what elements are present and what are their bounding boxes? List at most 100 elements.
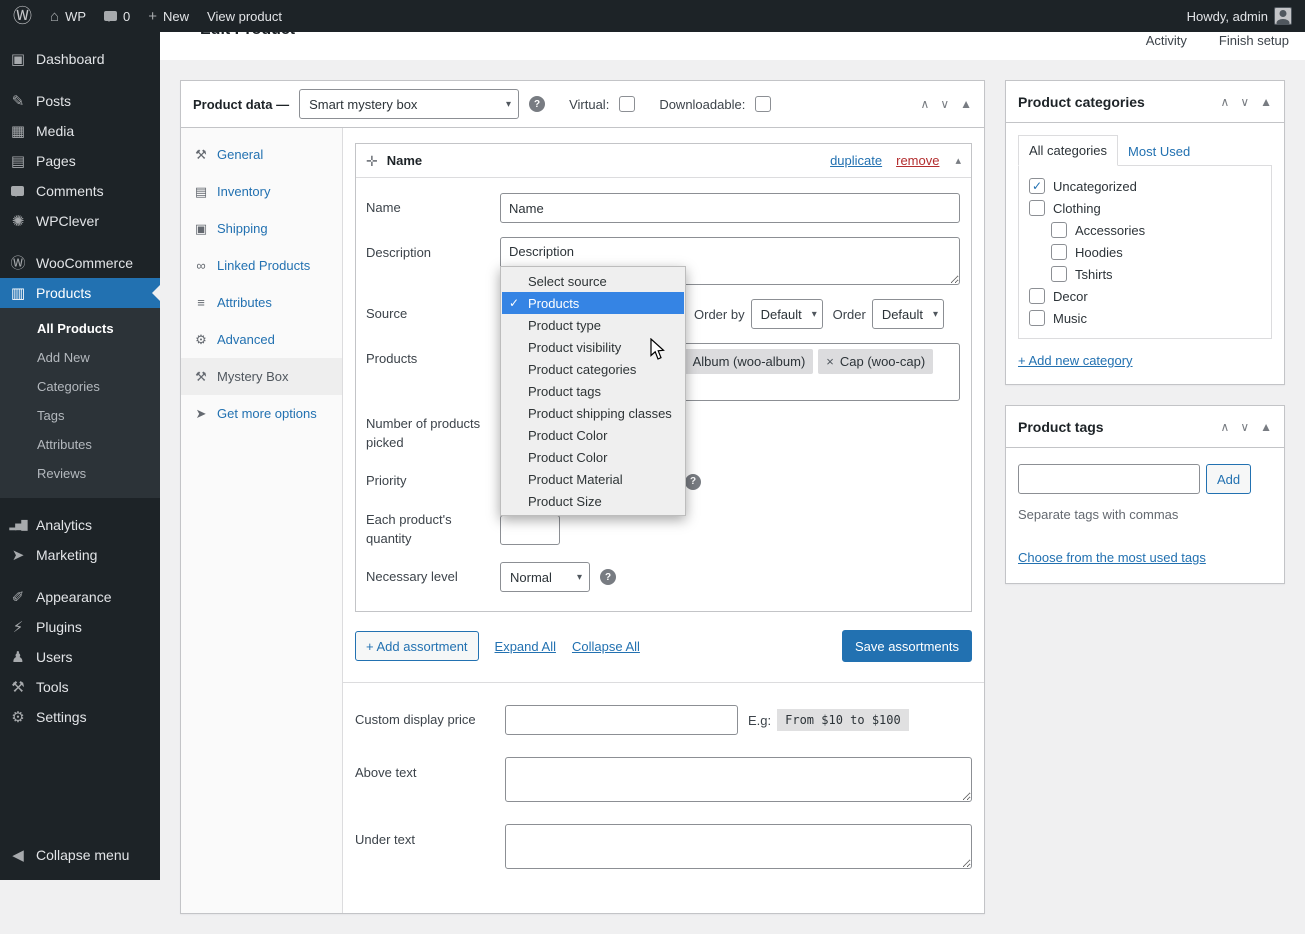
assortment-actions: + Add assortment Expand All Collapse All… [355,630,972,663]
collapse-menu-button[interactable]: ◀ Collapse menu [0,840,160,870]
under-text-textarea[interactable] [505,824,972,870]
order-by-select[interactable]: Default ▾ [750,299,823,329]
submenu-item-all-products[interactable]: All Products [0,314,160,343]
submenu-item-categories[interactable]: Categories [0,372,160,401]
tab-linked-products[interactable]: ∞ Linked Products [181,247,342,284]
category-checkbox[interactable] [1051,244,1067,260]
add-assortment-button[interactable]: + Add assortment [355,631,479,662]
save-assortments-button[interactable]: Save assortments [841,630,972,663]
sidebar-item-analytics[interactable]: ▂▅█ Analytics [0,510,160,540]
remove-link[interactable]: remove [896,153,939,168]
sidebar-item-comments[interactable]: Comments [0,176,160,206]
above-text-textarea[interactable] [505,757,972,803]
sidebar-item-dashboard[interactable]: ▣ Dashboard [0,44,160,74]
comments-menu[interactable]: 0 [95,0,139,32]
choose-most-used-tags-link[interactable]: Choose from the most used tags [1018,550,1206,565]
tab-most-used[interactable]: Most Used [1118,137,1200,166]
expand-all-link[interactable]: Expand All [495,639,556,654]
collapse-all-link[interactable]: Collapse All [572,639,640,654]
dropdown-option-product-categories[interactable]: Product categories [502,358,684,380]
add-tag-button[interactable]: Add [1206,464,1252,494]
toggle-panel-icon[interactable]: ▲ [1260,420,1272,434]
new-tag-input[interactable] [1018,464,1200,494]
tags-panel-header[interactable]: Product tags ∧ ∨ ▲ [1006,406,1284,448]
sidebar-item-wpclever[interactable]: ✺ WPClever [0,206,160,236]
dropdown-option-product-color-1[interactable]: Product Color [502,424,684,446]
order-select[interactable]: Default ▾ [871,299,944,329]
dropdown-option-product-tags[interactable]: Product tags [502,380,684,402]
downloadable-checkbox[interactable] [755,96,772,112]
name-input[interactable] [500,193,960,223]
dropdown-option-product-visibility[interactable]: Product visibility [502,336,684,358]
tab-mystery-box[interactable]: ⚒ Mystery Box [181,358,342,395]
submenu-item-tags[interactable]: Tags [0,401,160,430]
necessary-level-help-icon[interactable]: ? [600,569,616,586]
chevron-down-icon: ▾ [576,571,582,583]
category-label: Tshirts [1075,266,1113,282]
category-checkbox[interactable] [1051,266,1067,282]
category-label: Uncategorized [1053,178,1137,194]
submenu-item-add-new[interactable]: Add New [0,343,160,372]
tab-all-categories[interactable]: All categories [1018,135,1119,166]
dropdown-option-product-shipping-classes[interactable]: Product shipping classes [502,402,684,424]
tab-inventory[interactable]: ▤ Inventory [181,173,342,210]
sidebar-item-users[interactable]: ♟ Users [0,642,160,672]
category-checkbox[interactable] [1029,178,1045,194]
wordpress-menu[interactable]: Ⓦ [4,0,41,32]
account-menu[interactable]: Howdy, admin [1178,0,1301,32]
duplicate-link[interactable]: duplicate [830,153,882,168]
sidebar-item-appearance[interactable]: ✐ Appearance [0,582,160,612]
tab-get-more-options[interactable]: ➤ Get more options [181,395,342,432]
category-checkbox[interactable] [1051,222,1067,238]
product-type-select[interactable]: Smart mystery box ▾ [299,89,520,119]
toggle-panel-icon[interactable]: ▲ [1260,95,1272,109]
sidebar-item-posts[interactable]: ✎ Posts [0,86,160,116]
tab-attributes[interactable]: ≡ Attributes [181,284,342,321]
category-checkbox[interactable] [1029,288,1045,304]
virtual-checkbox[interactable] [619,96,636,112]
tab-advanced[interactable]: ⚙ Advanced [181,321,342,358]
move-down-icon[interactable]: ∨ [1240,420,1249,434]
view-product-link[interactable]: View product [198,0,291,32]
categories-panel-header[interactable]: Product categories ∧ ∨ ▲ [1006,81,1284,123]
sidebar-item-marketing[interactable]: ➤ Marketing [0,540,160,570]
product-type-help-icon[interactable]: ? [529,96,546,112]
necessary-level-select[interactable]: Normal ▾ [500,562,590,593]
new-content-menu[interactable]: + New [139,0,198,32]
category-checkbox[interactable] [1029,310,1045,326]
move-up-icon[interactable]: ∧ [921,97,930,111]
sidebar-item-woocommerce[interactable]: Ⓦ WooCommerce [0,248,160,278]
dropdown-option-product-color-2[interactable]: Product Color [502,446,684,468]
sidebar-item-settings[interactable]: ⚙ Settings [0,702,160,732]
tab-general[interactable]: ⚒ General [181,136,342,173]
move-up-icon[interactable]: ∧ [1221,420,1230,434]
sidebar-item-plugins[interactable]: ⚡ Plugins [0,612,160,642]
custom-display-price-input[interactable] [505,705,738,736]
assortment-toggle-icon[interactable]: ▴ [955,154,961,167]
dropdown-option-product-material[interactable]: Product Material [502,468,684,490]
dropdown-option-product-type[interactable]: Product type [502,314,684,336]
add-new-category-link[interactable]: + Add new category [1018,353,1133,368]
quantity-input[interactable] [500,514,560,545]
toggle-panel-icon[interactable]: ▲ [960,97,972,111]
sidebar-item-pages[interactable]: ▤ Pages [0,146,160,176]
dropdown-option-product-size[interactable]: Product Size [502,490,684,512]
dropdown-option-select-source[interactable]: Select source [502,270,684,292]
tab-shipping[interactable]: ▣ Shipping [181,210,342,247]
sidebar-item-tools[interactable]: ⚒ Tools [0,672,160,702]
submenu-item-reviews[interactable]: Reviews [0,459,160,488]
sidebar-item-media[interactable]: ▦ Media [0,116,160,146]
move-handle-icon[interactable]: ✛ [366,154,378,168]
sidebar-item-products[interactable]: ▥ Products [0,278,160,308]
sidebar-label: Users [36,649,73,665]
priority-help-icon[interactable]: ? [685,473,701,490]
move-down-icon[interactable]: ∨ [940,97,949,111]
move-up-icon[interactable]: ∧ [1221,95,1230,109]
remove-chip-icon[interactable]: × [826,354,834,369]
assortment-header[interactable]: ✛ Name duplicate remove ▴ [356,144,971,178]
dropdown-option-products[interactable]: Products [502,292,684,314]
submenu-item-attributes[interactable]: Attributes [0,430,160,459]
site-menu[interactable]: ⌂ WP [41,0,95,32]
move-down-icon[interactable]: ∨ [1240,95,1249,109]
category-checkbox[interactable] [1029,200,1045,216]
